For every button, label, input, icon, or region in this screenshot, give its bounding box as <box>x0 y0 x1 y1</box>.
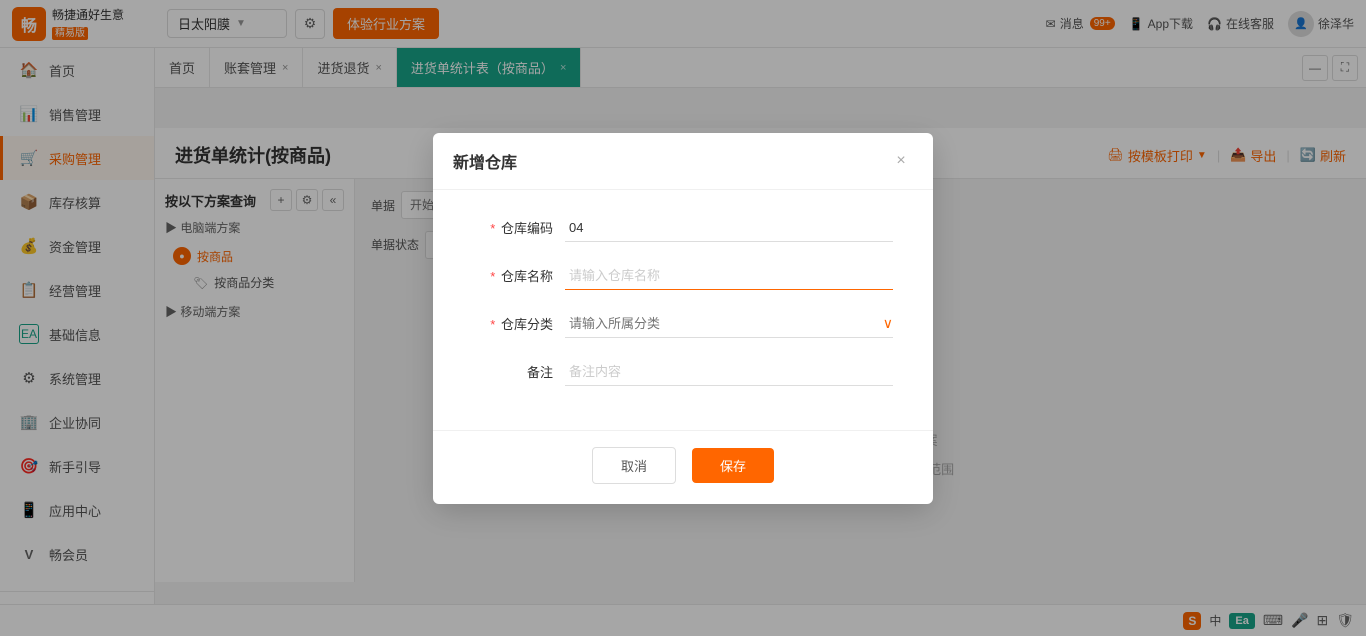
modal-overlay: 新增仓库 × * 仓库编码 * 仓库名称 <box>0 0 1366 636</box>
modal-title: 新增仓库 <box>453 149 517 173</box>
form-row-remark: 备注 <box>473 358 893 386</box>
warehouse-code-input[interactable] <box>565 214 893 242</box>
form-row-name: * 仓库名称 <box>473 262 893 290</box>
category-dropdown-icon[interactable]: ∨ <box>883 315 893 332</box>
cancel-button[interactable]: 取消 <box>592 447 676 484</box>
warehouse-code-label: * 仓库编码 <box>473 218 553 237</box>
form-row-code: * 仓库编码 <box>473 214 893 242</box>
modal-body: * 仓库编码 * 仓库名称 * 仓库分类 <box>433 190 933 430</box>
modal-close-button[interactable]: × <box>889 149 913 173</box>
save-button[interactable]: 保存 <box>692 448 774 483</box>
warehouse-category-selector[interactable]: ∨ <box>565 310 893 338</box>
remark-label: 备注 <box>473 362 553 381</box>
warehouse-category-input[interactable] <box>565 310 883 337</box>
form-row-category: * 仓库分类 ∨ <box>473 310 893 338</box>
warehouse-name-label: * 仓库名称 <box>473 266 553 285</box>
warehouse-name-input[interactable] <box>565 262 893 290</box>
new-warehouse-modal: 新增仓库 × * 仓库编码 * 仓库名称 <box>433 133 933 504</box>
remark-input[interactable] <box>565 358 893 386</box>
modal-header: 新增仓库 × <box>433 133 933 190</box>
modal-footer: 取消 保存 <box>433 430 933 504</box>
warehouse-category-label: * 仓库分类 <box>473 314 553 333</box>
close-icon: × <box>896 152 905 170</box>
